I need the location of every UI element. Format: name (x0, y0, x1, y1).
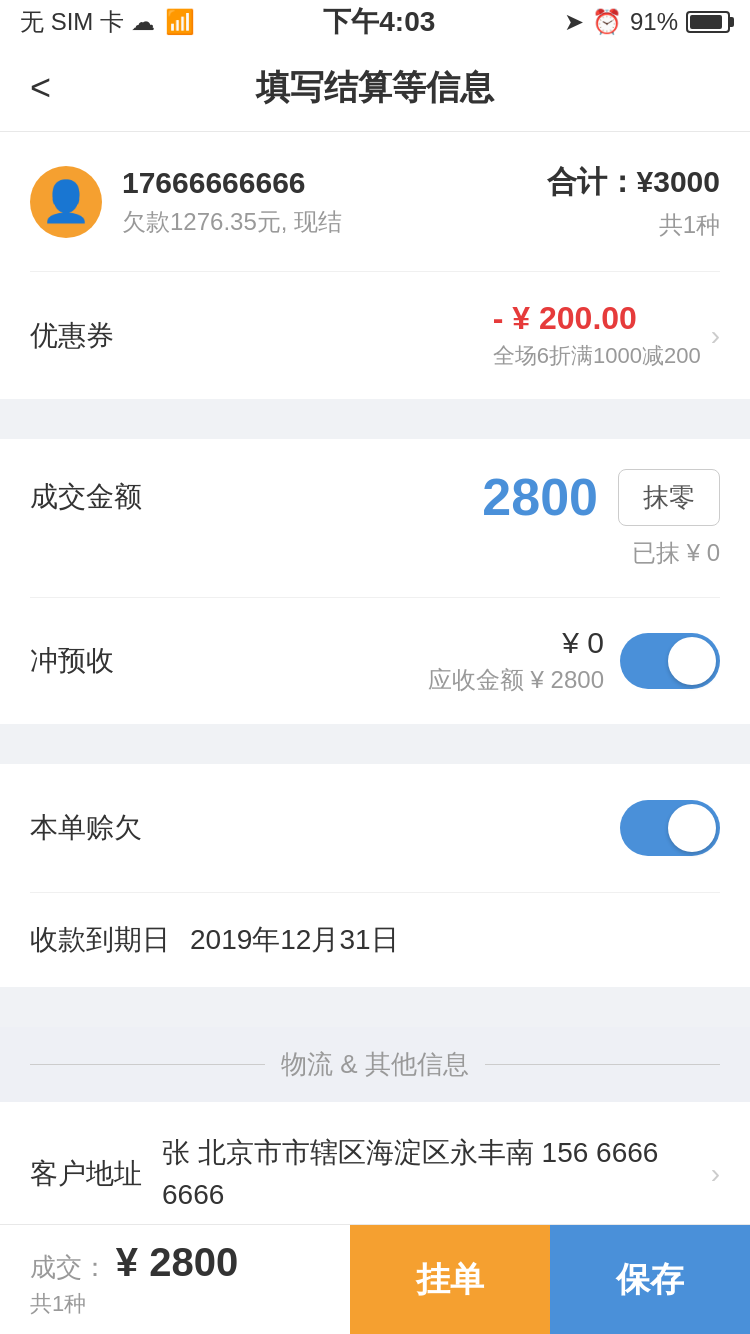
page-title: 填写结算等信息 (256, 65, 494, 111)
logistics-header-text: 物流 & 其他信息 (281, 1047, 469, 1082)
status-bar: 无 SIM 卡 ☁ 📶 下午4:03 ➤ ⏰ 91% (0, 0, 750, 44)
coupon-row[interactable]: 优惠券 - ¥ 200.00 全场6折满1000减200 › (0, 272, 750, 399)
coupon-label: 优惠券 (30, 317, 114, 355)
alarm-icon: ⏰ (592, 8, 622, 36)
location-icon: ➤ (564, 8, 584, 36)
chevron-right-icon: › (711, 320, 720, 352)
customer-card: 👤 17666666666 欠款1276.35元, 现结 合计：¥3000 共1… (0, 132, 750, 399)
wifi-icon: 📶 (165, 8, 195, 36)
header-line-right (485, 1064, 720, 1065)
customer-sub: 欠款1276.35元, 现结 (122, 206, 547, 238)
customer-row: 👤 17666666666 欠款1276.35元, 现结 合计：¥3000 共1… (0, 132, 750, 271)
nav-bar: < 填写结算等信息 (0, 44, 750, 132)
bottom-summary: 成交： ¥ 2800 共1种 (0, 1240, 350, 1319)
address-label: 客户地址 (30, 1155, 142, 1193)
debt-toggle-knob (668, 804, 716, 852)
round-button[interactable]: 抹零 (618, 469, 720, 526)
battery-icon (686, 11, 730, 33)
duedate-value: 2019年12月31日 (190, 921, 399, 959)
duedate-label: 收款到期日 (30, 921, 170, 959)
status-time: 下午4:03 (323, 3, 435, 41)
amount-row: 成交金额 2800 抹零 (30, 467, 720, 527)
save-button[interactable]: 保存 (550, 1225, 750, 1335)
bottom-bar: 成交： ¥ 2800 共1种 挂单 保存 (0, 1224, 750, 1334)
gray-sep-2 (0, 744, 750, 764)
coupon-right: - ¥ 200.00 全场6折满1000减200 › (493, 300, 720, 371)
customer-info: 17666666666 欠款1276.35元, 现结 (122, 166, 547, 238)
prepay-right: ¥ 0 应收金额 ¥ 2800 (428, 626, 720, 696)
debt-toggle[interactable] (620, 800, 720, 856)
back-button[interactable]: < (30, 67, 51, 109)
total-count: 共1种 (547, 209, 720, 241)
amount-number: 2800 (482, 467, 598, 527)
address-value: 张 北京市市辖区海淀区永丰南 156 6666 6666 (162, 1132, 711, 1216)
bottom-amount: ¥ 2800 (116, 1240, 238, 1284)
debt-label: 本单赊欠 (30, 809, 142, 847)
amount-value-group: 2800 抹零 (482, 467, 720, 527)
prepay-toggle[interactable] (620, 633, 720, 689)
gray-sep-1 (0, 419, 750, 439)
total-label: 合计： (547, 165, 637, 198)
debt-row: 本单赊欠 (0, 764, 750, 892)
customer-total: 合计：¥3000 共1种 (547, 162, 720, 241)
logistics-section-header: 物流 & 其他信息 (0, 1027, 750, 1102)
main-content: 👤 17666666666 欠款1276.35元, 现结 合计：¥3000 共1… (0, 132, 750, 1334)
status-right: ➤ ⏰ 91% (564, 8, 730, 36)
avatar-icon: 👤 (41, 178, 91, 225)
prepay-amount: ¥ 0 (428, 626, 604, 660)
amount-section: 成交金额 2800 抹零 已抹 ¥ 0 (0, 439, 750, 597)
prepay-amount-group: ¥ 0 应收金额 ¥ 2800 (428, 626, 604, 696)
bottom-deal-label: 成交： (30, 1252, 108, 1282)
prepay-sub: 应收金额 ¥ 2800 (428, 664, 604, 696)
header-line-left (30, 1064, 265, 1065)
coupon-discount: - ¥ 200.00 (493, 300, 701, 337)
toggle-knob (668, 637, 716, 685)
debt-card: 本单赊欠 收款到期日 2019年12月31日 (0, 764, 750, 987)
bottom-count: 共1种 (30, 1289, 320, 1319)
status-left: 无 SIM 卡 ☁ 📶 (20, 6, 195, 38)
customer-phone: 17666666666 (122, 166, 547, 200)
address-chevron-right-icon: › (711, 1158, 720, 1190)
amount-sub: 已抹 ¥ 0 (30, 537, 720, 569)
gray-sep-3 (0, 1007, 750, 1027)
amount-label: 成交金额 (30, 478, 142, 516)
total-amount-value: ¥3000 (637, 165, 720, 198)
sim-label: 无 SIM 卡 ☁ (20, 6, 155, 38)
prepay-row: 冲预收 ¥ 0 应收金额 ¥ 2800 (0, 598, 750, 724)
battery-label: 91% (630, 8, 678, 36)
amount-card: 成交金额 2800 抹零 已抹 ¥ 0 冲预收 ¥ 0 应收金额 ¥ 2800 (0, 439, 750, 724)
prepay-label: 冲预收 (30, 642, 114, 680)
total-amount: 合计：¥3000 (547, 162, 720, 203)
bottom-deal-row: 成交： ¥ 2800 (30, 1240, 320, 1285)
duedate-row: 收款到期日 2019年12月31日 (0, 893, 750, 987)
hang-button[interactable]: 挂单 (350, 1225, 550, 1335)
coupon-desc: 全场6折满1000减200 (493, 341, 701, 371)
avatar: 👤 (30, 166, 102, 238)
